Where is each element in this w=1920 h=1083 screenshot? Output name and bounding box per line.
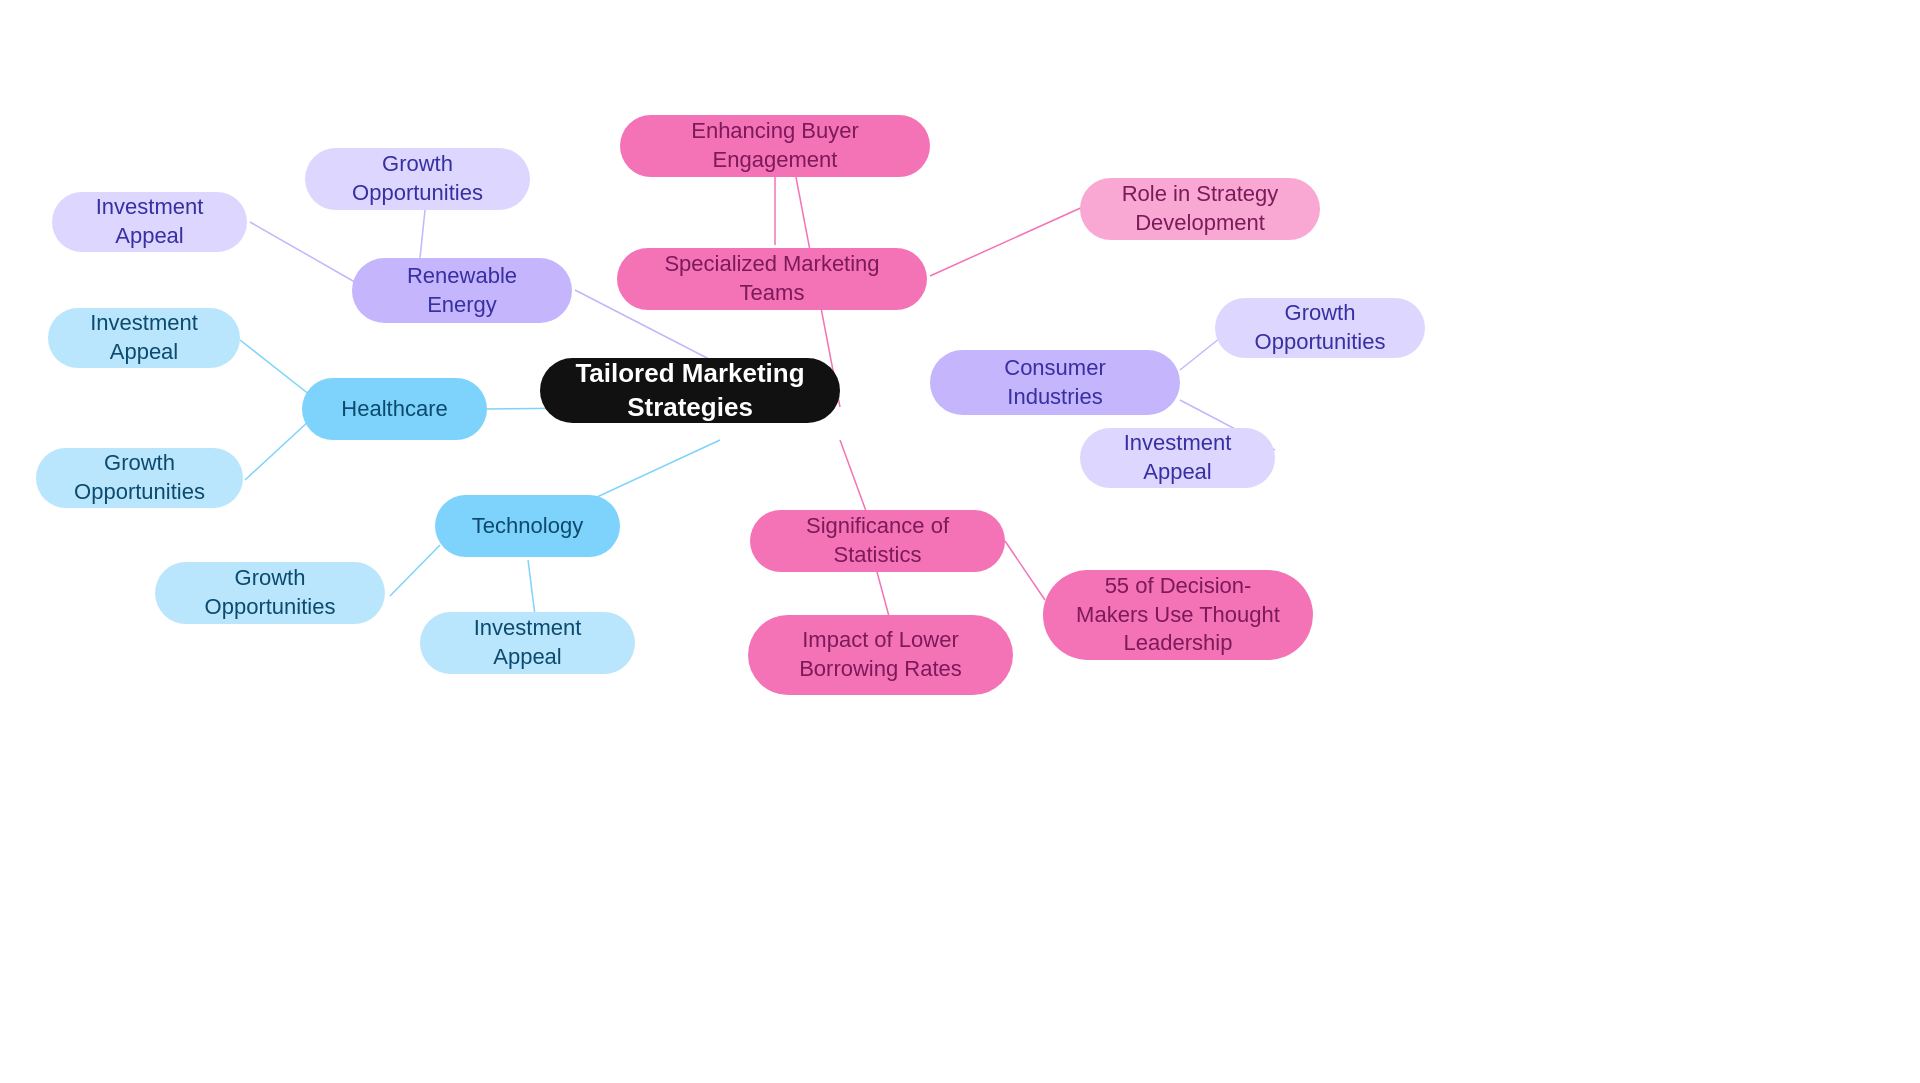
center-node: Tailored Marketing Strategies (540, 358, 840, 423)
growth-opp-renewable-node: Growth Opportunities (305, 148, 530, 210)
specialized-marketing-teams-node: Specialized Marketing Teams (617, 248, 927, 310)
svg-line-10 (240, 340, 310, 395)
svg-line-7 (877, 572, 890, 620)
svg-line-8 (1005, 541, 1045, 600)
enhancing-buyer-engagement-node: Enhancing Buyer Engagement (620, 115, 930, 177)
significance-statistics-node: Significance of Statistics (750, 510, 1005, 572)
growth-opp-healthcare-node: Growth Opportunities (36, 448, 243, 508)
consumer-industries-node: Consumer Industries (930, 350, 1180, 415)
growth-opp-tech-node: Growth Opportunities (155, 562, 385, 624)
decision-makers-node: 55 of Decision-Makers Use Thought Leader… (1043, 570, 1313, 660)
role-strategy-development-node: Role in Strategy Development (1080, 178, 1320, 240)
investment-appeal-consumer-node: Investment Appeal (1080, 428, 1275, 488)
svg-line-13 (420, 210, 425, 258)
svg-line-11 (245, 420, 310, 480)
renewable-energy-node: Renewable Energy (352, 258, 572, 323)
healthcare-node: Healthcare (302, 378, 487, 440)
svg-line-2 (930, 206, 1085, 276)
growth-opp-consumer-node: Growth Opportunities (1215, 298, 1425, 358)
svg-line-17 (528, 560, 535, 615)
technology-node: Technology (435, 495, 620, 557)
investment-appeal-renewable-node: Investment Appeal (52, 192, 247, 252)
svg-line-14 (250, 222, 360, 285)
investment-appeal-tech-node: Investment Appeal (420, 612, 635, 674)
impact-borrowing-rates-node: Impact of Lower Borrowing Rates (748, 615, 1013, 695)
svg-line-16 (390, 545, 440, 596)
investment-appeal-healthcare-node: Investment Appeal (48, 308, 240, 368)
